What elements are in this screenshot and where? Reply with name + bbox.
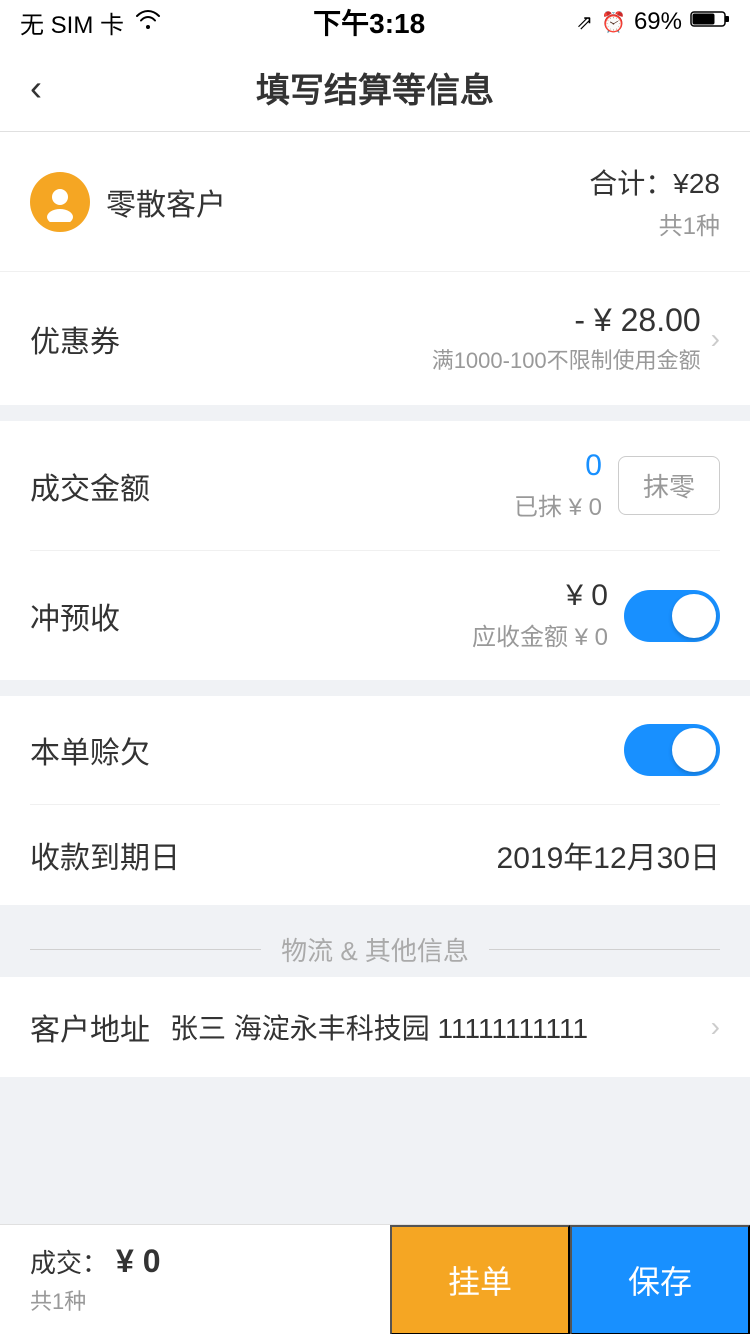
due-date-label: 收款到期日	[30, 833, 180, 877]
coupon-arrow-icon: ›	[711, 323, 720, 355]
address-row[interactable]: 客户地址 张三 海淀永丰科技园 11111111111 ›	[0, 977, 750, 1077]
due-date-row: 收款到期日 2019年12月30日	[30, 805, 720, 905]
credit-section: 本单赊欠 收款到期日 2019年12月30日	[0, 696, 750, 905]
avatar	[30, 172, 90, 232]
status-bar: 无 SIM 卡 下午3:18 ⇗ ⏰ 69%	[0, 0, 750, 44]
amount-label: 成交金额	[30, 464, 150, 508]
hold-button[interactable]: 挂单	[390, 1225, 570, 1334]
amount-col: 0 已抹 ¥ 0	[514, 449, 602, 522]
customer-count: 共1种	[589, 206, 720, 241]
customer-total: 合计：¥28	[589, 162, 720, 202]
bottom-summary-top: 成交： ¥ 0	[30, 1243, 360, 1280]
customer-row: 零散客户 合计：¥28 共1种	[0, 132, 750, 271]
sim-label: 无 SIM 卡	[20, 5, 124, 40]
amount-row: 成交金额 0 已抹 ¥ 0 抹零	[30, 421, 720, 551]
separator-2	[0, 905, 750, 921]
prepaid-col: ¥ 0 应收金额 ¥ 0	[472, 579, 608, 652]
bottom-summary-value: ¥ 0	[116, 1243, 160, 1280]
battery-icon	[690, 8, 730, 36]
credit-toggle[interactable]	[624, 724, 720, 776]
address-label: 客户地址	[30, 1005, 150, 1049]
coupon-right: - ¥ 28.00 满1000-100不限制使用金额 ›	[432, 302, 720, 375]
customer-right: 合计：¥28 共1种	[589, 162, 720, 241]
customer-name: 零散客户	[106, 180, 226, 224]
save-button[interactable]: 保存	[570, 1225, 750, 1334]
coupon-info: - ¥ 28.00 满1000-100不限制使用金额	[432, 302, 701, 375]
bottom-summary: 成交： ¥ 0 共1种	[0, 1243, 390, 1316]
alarm-icon: ⏰	[601, 10, 626, 35]
toggle-knob	[672, 594, 716, 638]
status-right: ⇗ ⏰ 69%	[576, 8, 730, 36]
round-zero-button[interactable]: 抹零	[618, 456, 720, 515]
page-title: 填写结算等信息	[256, 63, 494, 112]
address-value: 张三 海淀永丰科技园 11111111111	[170, 1007, 701, 1047]
bottom-summary-count: 共1种	[30, 1284, 360, 1316]
nav-bar: ‹ 填写结算等信息	[0, 44, 750, 132]
logistics-label: 物流 & 其他信息	[261, 931, 489, 968]
address-section: 客户地址 张三 海淀永丰科技园 11111111111 ›	[0, 977, 750, 1077]
logistics-divider: 物流 & 其他信息	[0, 921, 750, 977]
credit-label: 本单赊欠	[30, 728, 150, 772]
battery-label: 69%	[634, 8, 682, 36]
prepaid-right: ¥ 0 应收金额 ¥ 0	[472, 579, 720, 652]
customer-section: 零散客户 合计：¥28 共1种 优惠券 - ¥ 28.00 满1000-100不…	[0, 132, 750, 405]
bottom-bar: 成交： ¥ 0 共1种 挂单 保存	[0, 1224, 750, 1334]
status-left: 无 SIM 卡	[20, 5, 162, 40]
prepaid-row: 冲预收 ¥ 0 应收金额 ¥ 0	[30, 551, 720, 680]
amount-value: 0	[514, 449, 602, 483]
already-round-label: 已抹 ¥ 0	[514, 487, 602, 522]
credit-toggle-knob	[672, 728, 716, 772]
prepaid-value: ¥ 0	[472, 579, 608, 613]
address-arrow-icon: ›	[711, 1011, 720, 1043]
due-date-value: 2019年12月30日	[497, 833, 720, 877]
customer-left: 零散客户	[30, 172, 226, 232]
transaction-section: 成交金额 0 已抹 ¥ 0 抹零 冲预收 ¥ 0 应收金额 ¥ 0	[0, 421, 750, 680]
receivable-label: 应收金额 ¥ 0	[472, 617, 608, 652]
back-button[interactable]: ‹	[30, 67, 42, 109]
amount-right: 0 已抹 ¥ 0 抹零	[514, 449, 720, 522]
coupon-discount: - ¥ 28.00	[432, 302, 701, 339]
coupon-desc: 满1000-100不限制使用金额	[432, 343, 701, 375]
coupon-row[interactable]: 优惠券 - ¥ 28.00 满1000-100不限制使用金额 ›	[0, 271, 750, 405]
location-icon: ⇗	[576, 10, 593, 35]
prepaid-label: 冲预收	[30, 594, 120, 638]
content: 零散客户 合计：¥28 共1种 优惠券 - ¥ 28.00 满1000-100不…	[0, 132, 750, 1213]
wifi-icon	[134, 8, 162, 36]
separator-1	[0, 680, 750, 696]
credit-row: 本单赊欠	[30, 696, 720, 805]
coupon-label: 优惠券	[30, 317, 120, 361]
prepaid-toggle[interactable]	[624, 590, 720, 642]
credit-right	[624, 724, 720, 776]
status-time: 下午3:18	[313, 2, 425, 42]
bottom-summary-label: 成交：	[30, 1243, 108, 1280]
